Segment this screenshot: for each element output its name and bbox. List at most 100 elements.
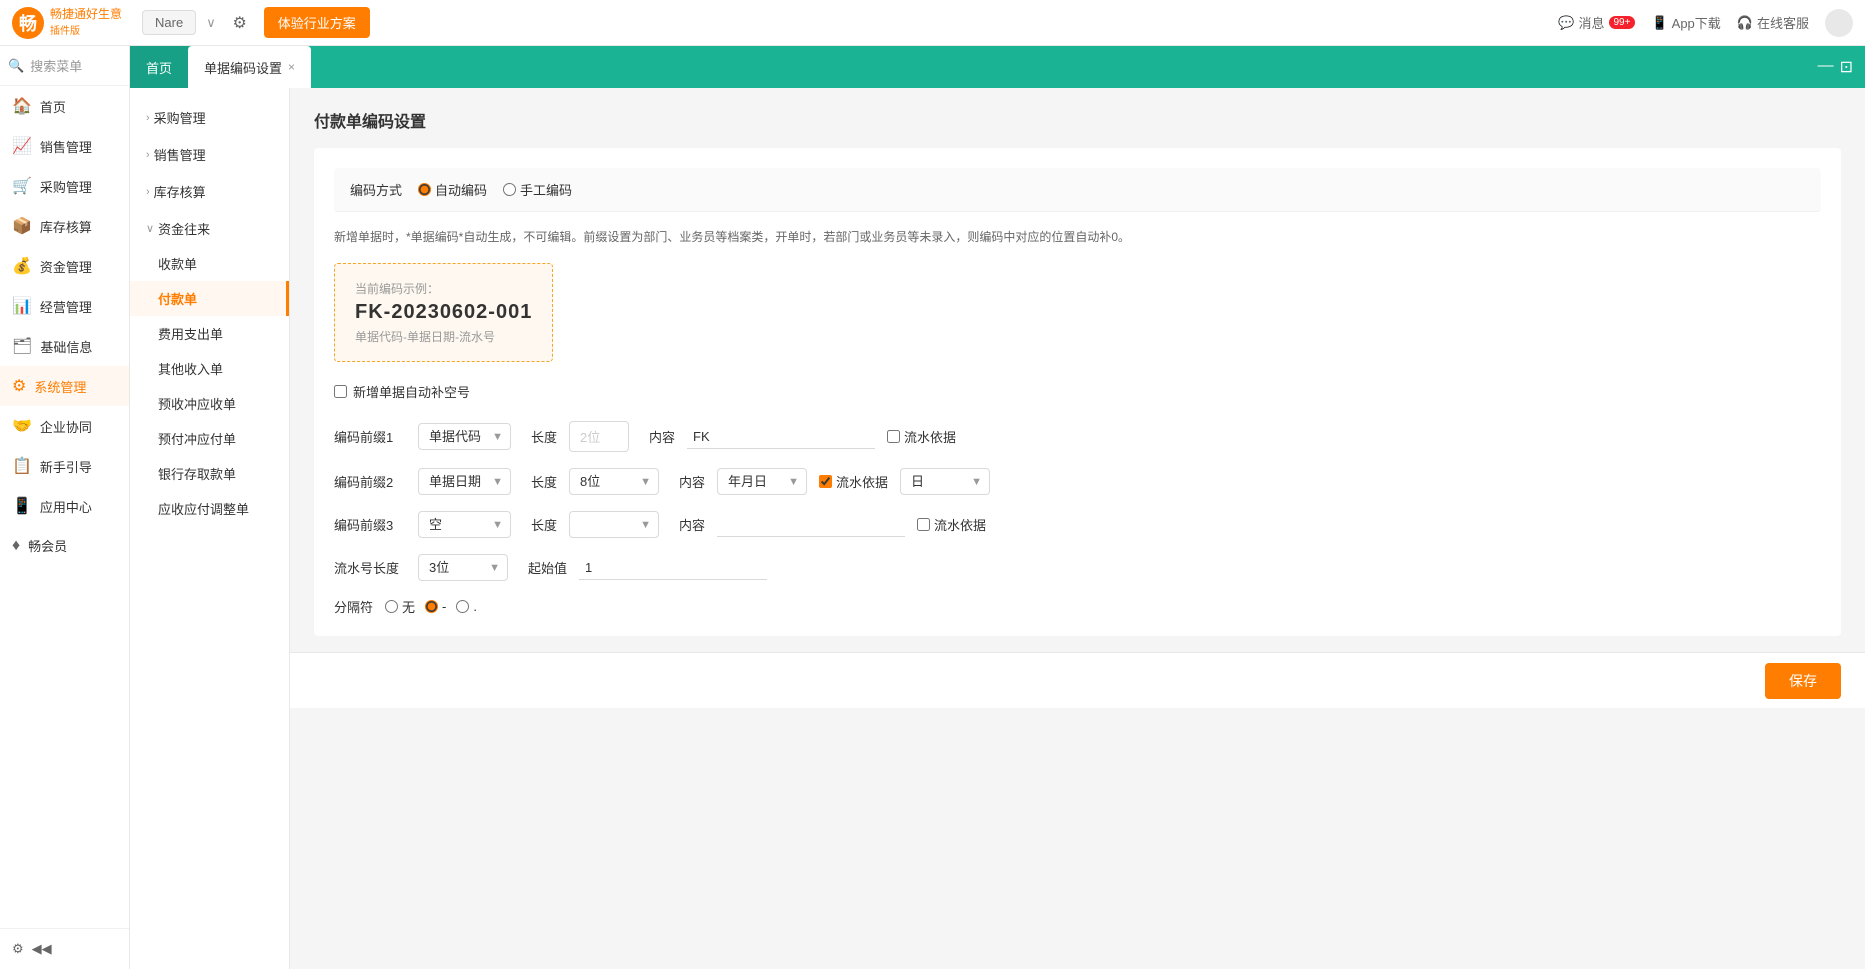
company-selector[interactable]: Nare — [142, 10, 196, 35]
sidebar-item-finance[interactable]: 💰 资金管理 — [0, 246, 129, 286]
auto-encode-radio[interactable] — [418, 183, 431, 196]
avatar[interactable] — [1825, 9, 1853, 37]
serial-length-select-wrap: 1位 2位 3位 4位 ▼ — [418, 554, 508, 581]
sep-options: 无 - . — [385, 597, 477, 616]
row1-content-input[interactable] — [687, 425, 875, 449]
trial-btn[interactable]: 体验行业方案 — [264, 7, 370, 38]
sidebar-item-sales[interactable]: 📈 销售管理 — [0, 126, 129, 166]
row2-length-select-wrap: 4位 6位 8位 ▼ — [569, 468, 659, 495]
config-row-3: 编码前缀3 单据代码 单据日期 空 部门 业务员 ▼ 长度 — [334, 511, 1821, 538]
message-badge: 99+ — [1609, 16, 1636, 29]
serial-length-select[interactable]: 1位 2位 3位 4位 — [418, 554, 508, 581]
sidebar-item-inventory[interactable]: 📦 库存核算 — [0, 206, 129, 246]
sep-dot-option[interactable]: . — [456, 599, 477, 614]
config-row-1: 编码前缀1 单据代码 单据日期 空 部门 业务员 ▼ 长度 — [334, 421, 1821, 452]
row3-content-label: 内容 — [679, 515, 705, 534]
sidebar-item-member[interactable]: ♦ 畅会员 — [0, 526, 129, 565]
home-icon: 🏠 — [12, 96, 32, 116]
row2-serial-checkbox[interactable] — [819, 475, 832, 488]
tab-home[interactable]: 首页 — [130, 46, 188, 88]
sub-group-capital: ∨ 资金往来 收款单 付款单 费用支出单 其他收入单 预收冲应收单 预付冲应付单… — [130, 211, 289, 526]
row3-serial-checkbox[interactable] — [917, 518, 930, 531]
sub-group-title-sales[interactable]: › 销售管理 — [130, 137, 289, 172]
tabbar: 首页 单据编码设置 × — ⊡ — [130, 46, 1865, 88]
sidebar-item-purchase[interactable]: 🛒 采购管理 — [0, 166, 129, 206]
collapse-icon[interactable]: ◀◀ — [32, 941, 52, 957]
sub-item-advance-pay[interactable]: 预付冲应付单 — [130, 421, 289, 456]
tab-controls: — ⊡ — [1818, 57, 1865, 77]
page-title: 付款单编码设置 — [314, 108, 1841, 132]
row1-prefix-select-wrap: 单据代码 单据日期 空 部门 业务员 ▼ — [418, 423, 511, 450]
example-code: FK-20230602-001 — [355, 301, 532, 324]
info-text: 新增单据时，*单据编码*自动生成，不可编辑。前缀设置为部门、业务员等档案类，开单… — [334, 228, 1821, 247]
sub-group-title-inventory[interactable]: › 库存核算 — [130, 174, 289, 209]
arrow-inventory: › — [146, 186, 150, 198]
code-example-box: 当前编码示例： FK-20230602-001 单据代码-单据日期-流水号 — [334, 263, 553, 362]
sub-group-title-purchase[interactable]: › 采购管理 — [130, 100, 289, 135]
sub-item-ar-adjust[interactable]: 应收应付调整单 — [130, 491, 289, 526]
manual-encode-radio[interactable] — [503, 183, 516, 196]
row3-prefix-select[interactable]: 单据代码 单据日期 空 部门 业务员 — [418, 511, 511, 538]
tab-close-icon[interactable]: × — [288, 60, 295, 74]
logo: 畅 畅捷通好生意插件版 — [12, 7, 142, 39]
search-icon: 🔍 — [8, 58, 24, 74]
app-download-btn[interactable]: 📱 App下载 — [1651, 13, 1720, 32]
sub-group-label: 资金往来 — [158, 219, 210, 238]
row2-prefix-select[interactable]: 单据代码 单据日期 空 部门 业务员 — [418, 468, 511, 495]
minimize-icon[interactable]: — — [1818, 57, 1834, 77]
example-sub: 单据代码-单据日期-流水号 — [355, 328, 532, 345]
save-button[interactable]: 保存 — [1765, 663, 1841, 699]
sub-item-payment[interactable]: 付款单 — [130, 281, 289, 316]
layout: 🔍 搜索菜单 🏠 首页 📈 销售管理 🛒 采购管理 📦 库存核算 💰 资金管理 … — [0, 46, 1865, 969]
sub-group-label: 销售管理 — [154, 145, 206, 164]
row3-content-input[interactable] — [717, 513, 905, 537]
row3-length-select[interactable] — [569, 511, 659, 538]
sep-none-radio[interactable] — [385, 600, 398, 613]
sub-group-title-capital[interactable]: ∨ 资金往来 — [130, 211, 289, 246]
sub-item-expense[interactable]: 费用支出单 — [130, 316, 289, 351]
tab-encode-setting[interactable]: 单据编码设置 × — [188, 46, 311, 88]
sidebar-item-system[interactable]: ⚙ 系统管理 — [0, 366, 129, 406]
row2-content-select[interactable]: 年月日 年月 年 — [717, 468, 807, 495]
sidebar-bottom: ⚙ ◀◀ — [0, 928, 129, 969]
row1-prefix-select[interactable]: 单据代码 单据日期 空 部门 业务员 — [418, 423, 511, 450]
purchase-icon: 🛒 — [12, 176, 32, 196]
page-content: 付款单编码设置 编码方式 自动编码 手工编码 — [290, 88, 1865, 969]
sidebar-item-guide[interactable]: 📋 新手引导 — [0, 446, 129, 486]
auto-fill-checkbox[interactable] — [334, 385, 347, 398]
auto-fill-row: 新增单据自动补空号 — [334, 382, 1821, 401]
sub-item-advance-recv[interactable]: 预收冲应收单 — [130, 386, 289, 421]
member-icon: ♦ — [12, 537, 20, 555]
sidebar-item-base[interactable]: 🗂 基础信息 — [0, 326, 129, 366]
sep-dash-radio[interactable] — [425, 600, 438, 613]
service-btn[interactable]: 🎧 在线客服 — [1737, 13, 1809, 32]
app-label: App下载 — [1672, 13, 1721, 32]
settings-bottom-icon[interactable]: ⚙ — [12, 941, 24, 957]
manual-encode-option[interactable]: 手工编码 — [503, 180, 572, 199]
sidebar-item-enterprise[interactable]: 🤝 企业协同 — [0, 406, 129, 446]
base-icon: 🗂 — [12, 336, 32, 356]
serial-length-label: 流水号长度 — [334, 558, 406, 577]
sub-item-bank-deposit[interactable]: 银行存取款单 — [130, 456, 289, 491]
maximize-icon[interactable]: ⊡ — [1840, 57, 1853, 77]
tab-home-label: 首页 — [146, 58, 172, 77]
sidebar-item-home[interactable]: 🏠 首页 — [0, 86, 129, 126]
search-menu[interactable]: 🔍 搜索菜单 — [0, 46, 129, 86]
sep-dash-option[interactable]: - — [425, 599, 446, 614]
sidebar-item-label: 首页 — [40, 97, 66, 116]
row2-length-select[interactable]: 4位 6位 8位 — [569, 468, 659, 495]
row2-unit-select[interactable]: 日 月 年 — [900, 468, 990, 495]
sidebar-item-appcenter[interactable]: 📱 应用中心 — [0, 486, 129, 526]
start-value-input[interactable] — [579, 556, 767, 580]
sep-dot-radio[interactable] — [456, 600, 469, 613]
message-btn[interactable]: 💬 消息 99+ — [1558, 13, 1635, 32]
sep-none-option[interactable]: 无 — [385, 597, 415, 616]
sidebar-item-business[interactable]: 📊 经营管理 — [0, 286, 129, 326]
row1-serial-checkbox[interactable] — [887, 430, 900, 443]
message-icon: 💬 — [1558, 15, 1574, 31]
settings-icon[interactable]: ⚙ — [226, 9, 254, 37]
sub-item-receipt[interactable]: 收款单 — [130, 246, 289, 281]
auto-encode-option[interactable]: 自动编码 — [418, 180, 487, 199]
company-dropdown-icon[interactable]: ∨ — [206, 15, 216, 31]
sub-item-other-income[interactable]: 其他收入单 — [130, 351, 289, 386]
